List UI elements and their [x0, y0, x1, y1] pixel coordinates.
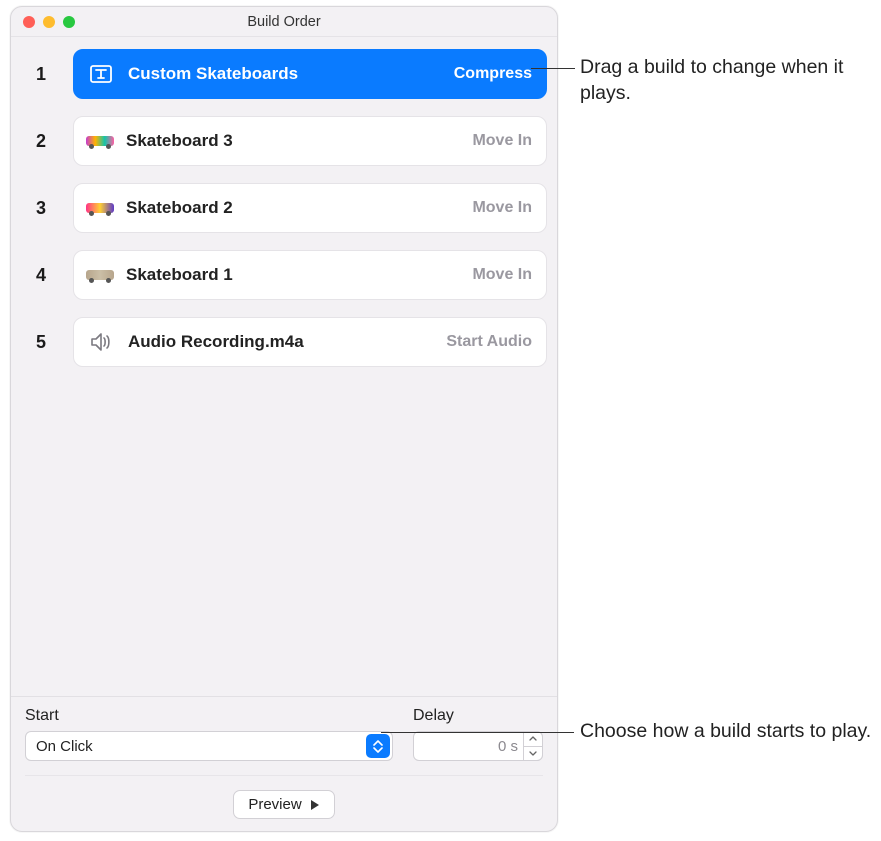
controls-panel: Start On Click Delay 0 s: [11, 696, 557, 831]
build-item-skateboard-2[interactable]: Skateboard 2 Move In: [73, 183, 547, 233]
build-label: Skateboard 2: [126, 198, 472, 218]
zoom-icon[interactable]: [63, 16, 75, 28]
skateboard-thumb-icon: [86, 270, 114, 280]
build-item-skateboard-3[interactable]: Skateboard 3 Move In: [73, 116, 547, 166]
build-number: 3: [21, 198, 61, 219]
callout-leader: [531, 68, 575, 69]
build-number: 1: [21, 64, 61, 85]
stepper-buttons: [523, 731, 543, 761]
speaker-icon: [86, 332, 116, 352]
build-number: 4: [21, 265, 61, 286]
close-icon[interactable]: [23, 16, 35, 28]
minimize-icon[interactable]: [43, 16, 55, 28]
window-title: Build Order: [11, 14, 557, 30]
start-value: On Click: [36, 738, 93, 755]
skateboard-thumb-icon: [86, 203, 114, 213]
build-row: 1 Custom Skateboards Compress: [21, 49, 547, 99]
build-effect: Move In: [472, 199, 532, 217]
traffic-lights: [11, 16, 75, 28]
build-label: Skateboard 1: [126, 265, 472, 285]
start-select[interactable]: On Click: [25, 731, 393, 761]
build-item-audio-recording[interactable]: Audio Recording.m4a Start Audio: [73, 317, 547, 367]
build-row: 4 Skateboard 1 Move In: [21, 250, 547, 300]
build-number: 2: [21, 131, 61, 152]
build-row: 2 Skateboard 3 Move In: [21, 116, 547, 166]
titlebar[interactable]: Build Order: [11, 7, 557, 37]
stepper-down[interactable]: [524, 747, 542, 761]
stepper-up[interactable]: [524, 732, 542, 747]
build-row: 3 Skateboard 2 Move In: [21, 183, 547, 233]
build-number: 5: [21, 332, 61, 353]
delay-value: 0 s: [498, 738, 518, 755]
build-label: Skateboard 3: [126, 131, 472, 151]
build-label: Audio Recording.m4a: [128, 332, 446, 352]
preview-button[interactable]: Preview: [233, 790, 334, 819]
build-item-custom-skateboards[interactable]: Custom Skateboards Compress: [73, 49, 547, 99]
text-box-icon: [86, 64, 116, 84]
chevron-up-down-icon: [366, 734, 390, 758]
build-label: Custom Skateboards: [128, 64, 454, 84]
callout-drag: Drag a build to change when it plays.: [580, 54, 880, 107]
build-effect: Move In: [472, 266, 532, 284]
callout-leader: [381, 732, 574, 733]
delay-stepper[interactable]: 0 s: [413, 731, 543, 761]
build-effect: Start Audio: [446, 333, 532, 351]
callout-start: Choose how a build starts to play.: [580, 718, 871, 744]
delay-label: Delay: [413, 707, 543, 725]
build-item-skateboard-1[interactable]: Skateboard 1 Move In: [73, 250, 547, 300]
skateboard-thumb-icon: [86, 136, 114, 146]
build-row: 5 Audio Recording.m4a Start Audio: [21, 317, 547, 367]
build-list: 1 Custom Skateboards Compress 2 Skateboa…: [11, 37, 557, 696]
start-label: Start: [25, 707, 393, 725]
preview-label: Preview: [248, 796, 301, 813]
play-icon: [310, 799, 320, 811]
build-effect: Move In: [472, 132, 532, 150]
build-effect: Compress: [454, 65, 532, 83]
build-order-window: Build Order 1 Custom Skateboards Compres…: [10, 6, 558, 832]
